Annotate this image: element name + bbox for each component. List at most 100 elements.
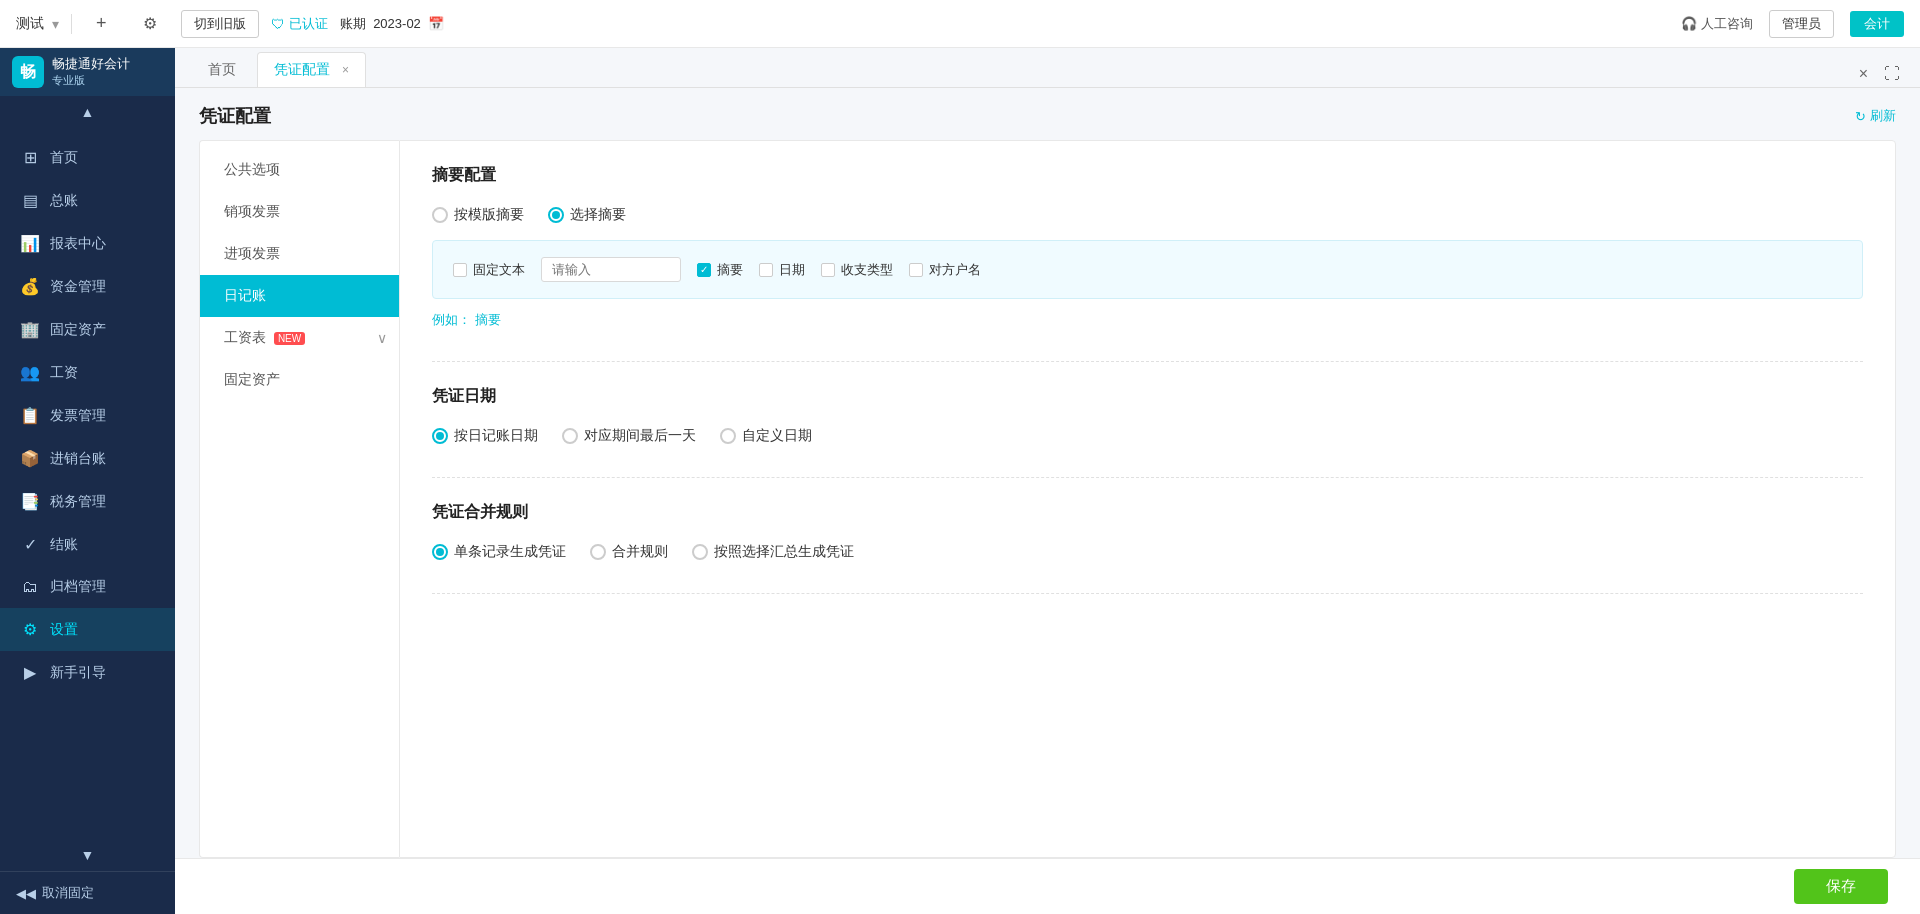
switch-version-button[interactable]: 切到旧版 [181,10,259,38]
page-title: 凭证配置 [199,104,271,128]
checkbox-date-label: 日期 [779,261,805,279]
logo-icon: 畅 [12,56,44,88]
report-icon: 📊 [20,234,40,253]
unpin-button[interactable]: ◀◀ 取消固定 [16,884,94,902]
sidebar: 畅 畅捷通好会计 专业版 ▲ ⊞ 首页 ▤ 总账 📊 报表中心 💰 [0,48,175,914]
radio-custom-date[interactable]: 自定义日期 [720,427,812,445]
merge-section-title: 凭证合并规则 [432,502,1863,523]
radio-period-last[interactable]: 对应期间最后一天 [562,427,696,445]
sidebar-item-report[interactable]: 📊 报表中心 [0,222,175,265]
dropdown-icon[interactable]: ▾ [52,16,59,32]
tab-bar-actions: × ⛶ [1855,61,1904,87]
sidebar-item-home[interactable]: ⊞ 首页 [0,136,175,179]
logo-text-area: 畅捷通好会计 专业版 [52,56,130,88]
radio-select-label: 选择摘要 [570,206,626,224]
menu-item-fixed-asset[interactable]: 固定资产 [200,359,399,401]
checkbox-date-box [759,263,773,277]
radio-single-record[interactable]: 单条记录生成凭证 [432,543,566,561]
date-radio-group: 按日记账日期 对应期间最后一天 自定义日期 [432,427,1863,445]
tab-bar: 首页 凭证配置 × × ⛶ [175,48,1920,88]
radio-summary-gen[interactable]: 按照选择汇总生成凭证 [692,543,854,561]
fixed-asset-icon: 🏢 [20,320,40,339]
sidebar-item-salary[interactable]: 👥 工资 [0,351,175,394]
sidebar-item-purchase-sale[interactable]: 📦 进销台账 [0,437,175,480]
sidebar-item-checkout[interactable]: ✓ 结账 [0,523,175,566]
close-all-button[interactable]: × [1855,61,1872,87]
sidebar-item-ledger[interactable]: ▤ 总账 [0,179,175,222]
tab-close-icon[interactable]: × [342,63,349,77]
radio-template-label: 按模版摘要 [454,206,524,224]
sidebar-item-guide[interactable]: ▶ 新手引导 [0,651,175,694]
checkbox-payment-type-label: 收支类型 [841,261,893,279]
page-header: 凭证配置 ↻ 刷新 [175,88,1920,140]
menu-item-payroll[interactable]: 工资表 NEW ∨ [200,317,399,359]
checkbox-counterparty-label: 对方户名 [929,261,981,279]
checkbox-summary-box: ✓ [697,263,711,277]
menu-item-sales-invoice[interactable]: 销项发票 [200,191,399,233]
sidebar-item-tax[interactable]: 📑 税务管理 [0,480,175,523]
sidebar-label-tax: 税务管理 [50,493,106,511]
scroll-down-indicator: ▼ [0,839,175,871]
settings-nav-icon: ⚙ [20,620,40,639]
purchase-sale-icon: 📦 [20,449,40,468]
salary-icon: 👥 [20,363,40,382]
fixed-text-input[interactable] [541,257,681,282]
example-text: 例如： 摘要 [432,311,1863,329]
radio-select-summary[interactable]: 选择摘要 [548,206,626,224]
date-section-title: 凭证日期 [432,386,1863,407]
radio-single-record-circle [432,544,448,560]
pin-label: 取消固定 [42,884,94,902]
invoice-icon: 📋 [20,406,40,425]
calendar-icon[interactable]: 📅 [428,16,444,31]
checkbox-summary-label: 摘要 [717,261,743,279]
right-panel: 摘要配置 按模版摘要 选择摘要 [399,140,1896,858]
save-button[interactable]: 保存 [1794,869,1888,904]
menu-item-journal[interactable]: 日记账 [200,275,399,317]
tab-voucher-config-label: 凭证配置 [274,61,330,77]
checkbox-summary[interactable]: ✓ 摘要 [697,261,743,279]
scroll-up-button[interactable]: ▲ [77,100,99,124]
role-button[interactable]: 会计 [1850,11,1904,37]
user-button[interactable]: 管理员 [1769,10,1834,38]
sidebar-logo: 畅 畅捷通好会计 专业版 [0,48,175,96]
checkbox-date[interactable]: 日期 [759,261,805,279]
radio-template-circle [432,207,448,223]
service-button[interactable]: 🎧 人工咨询 [1681,15,1753,33]
scroll-down-button[interactable]: ▼ [77,843,99,867]
sidebar-label-report: 报表中心 [50,235,106,253]
sidebar-label-settings: 设置 [50,621,78,639]
page-area: 凭证配置 ↻ 刷新 公共选项 销项发票 进项发票 日记账 工资表 NEW ∨ [175,88,1920,914]
menu-item-public[interactable]: 公共选项 [200,149,399,191]
sidebar-item-invoice[interactable]: 📋 发票管理 [0,394,175,437]
left-menu: 公共选项 销项发票 进项发票 日记账 工资表 NEW ∨ 固定资产 [199,140,399,858]
shield-icon: 🛡 [271,16,285,32]
tab-voucher-config[interactable]: 凭证配置 × [257,52,366,87]
menu-item-purchase-invoice[interactable]: 进项发票 [200,233,399,275]
home-icon: ⊞ [20,148,40,167]
sidebar-item-archive[interactable]: 🗂 归档管理 [0,566,175,608]
radio-template-summary[interactable]: 按模版摘要 [432,206,524,224]
tab-home[interactable]: 首页 [191,52,253,87]
radio-merge-rules[interactable]: 合并规则 [590,543,668,561]
sidebar-label-guide: 新手引导 [50,664,106,682]
sidebar-label-invoice: 发票管理 [50,407,106,425]
sidebar-nav: ⊞ 首页 ▤ 总账 📊 报表中心 💰 资金管理 🏢 固定资产 👥 工资 [0,128,175,839]
checkbox-fixed-text[interactable]: 固定文本 [453,261,525,279]
radio-select-circle [548,207,564,223]
checkbox-payment-type[interactable]: 收支类型 [821,261,893,279]
main-content: 首页 凭证配置 × × ⛶ 凭证配置 ↻ 刷新 [175,48,1920,914]
archive-icon: 🗂 [20,578,40,596]
radio-journal-date[interactable]: 按日记账日期 [432,427,538,445]
settings-button[interactable]: ⚙ [131,10,169,37]
fund-icon: 💰 [20,277,40,296]
sidebar-item-settings[interactable]: ⚙ 设置 [0,608,175,651]
checkbox-counterparty[interactable]: 对方户名 [909,261,981,279]
add-button[interactable]: + [84,9,119,38]
sidebar-item-fund[interactable]: 💰 资金管理 [0,265,175,308]
checkbox-fixed-text-label: 固定文本 [473,261,525,279]
summary-section-title: 摘要配置 [432,165,1863,186]
sidebar-item-fixed-asset[interactable]: 🏢 固定资产 [0,308,175,351]
fullscreen-button[interactable]: ⛶ [1880,61,1904,87]
refresh-button[interactable]: ↻ 刷新 [1855,107,1896,125]
period-value: 2023-02 [373,16,421,31]
